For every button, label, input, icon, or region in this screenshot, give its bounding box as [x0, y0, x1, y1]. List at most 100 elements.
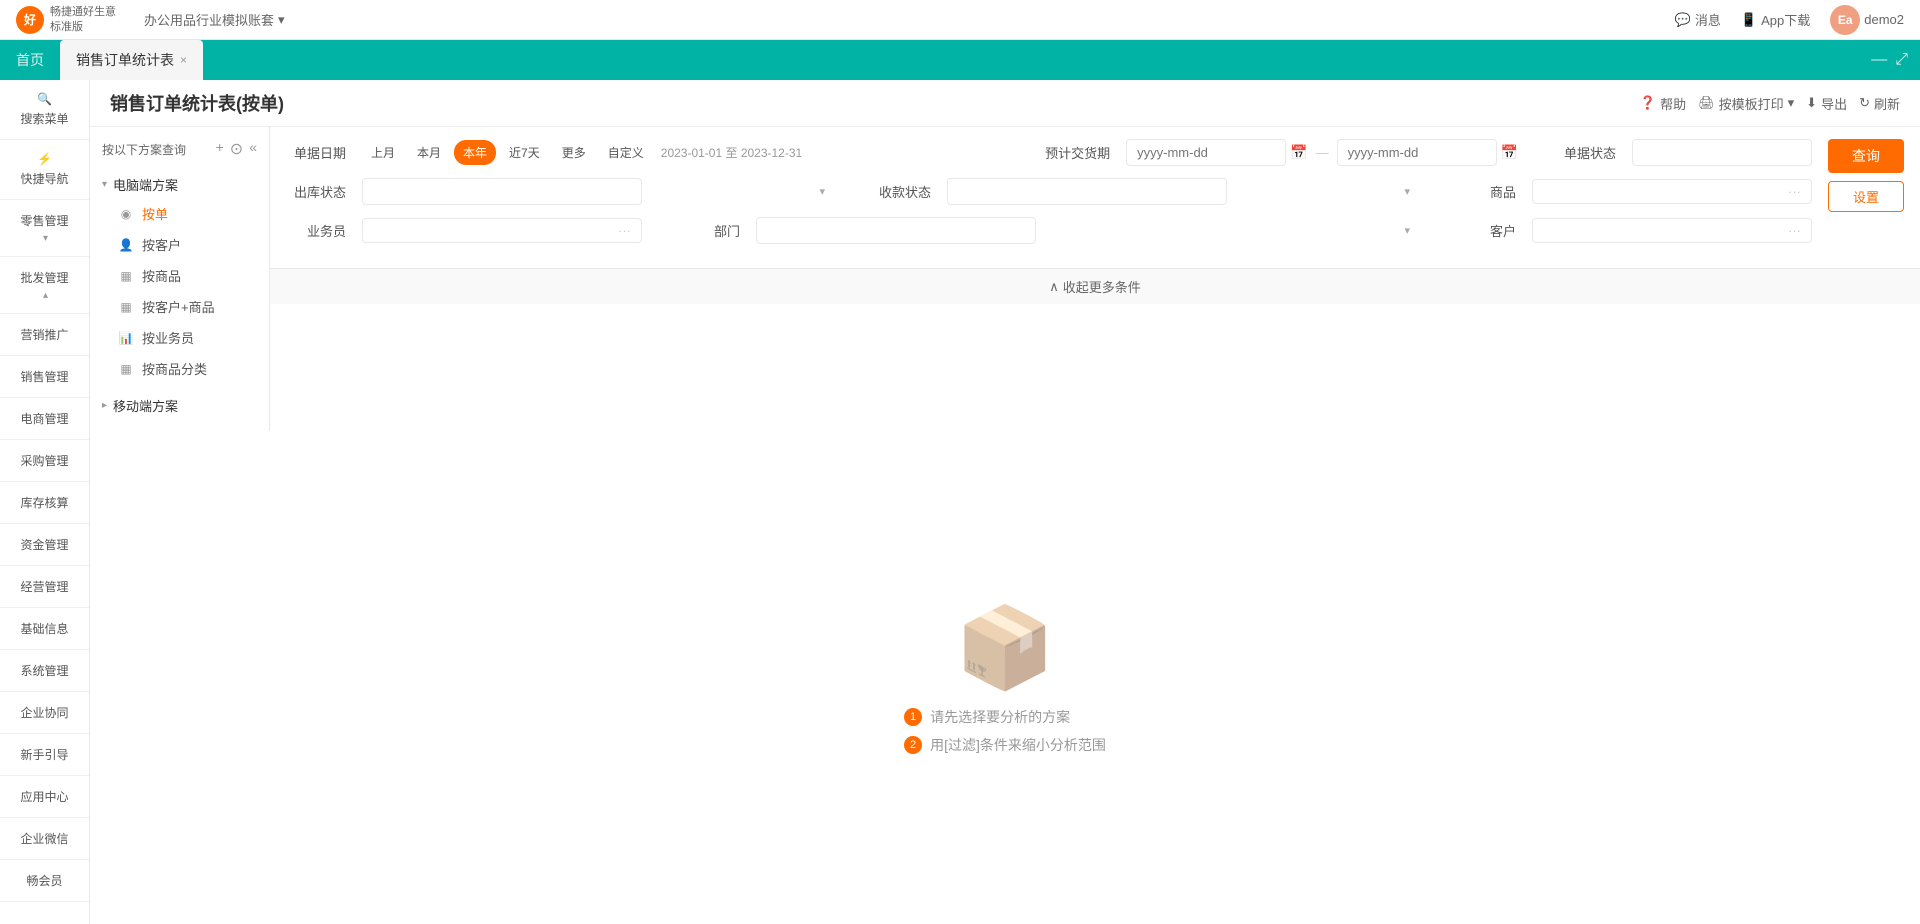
scheme-section-desktop-header[interactable]: ▾ 电脑端方案 [90, 171, 269, 198]
help-button[interactable]: ❓ 帮助 [1640, 94, 1686, 113]
scheme-item-by-order[interactable]: ◉ 按单 [90, 198, 269, 229]
bar-icon: 📊 [118, 330, 134, 346]
expand-arrow-icon: ▾ [102, 179, 107, 190]
nav-tab-controls: — ⤢ [1871, 51, 1920, 69]
sidebar-item-wechat[interactable]: 企业微信 [0, 818, 89, 860]
sidebar-item-retail[interactable]: 零售管理 ▾ [0, 200, 89, 257]
filter-row-date: 单据日期 上月 本月 本年 近7天 更多 自定义 2023-01-01 至 20… [286, 139, 1812, 166]
empty-tip-1: 1 请先选择要分析的方案 [904, 707, 1106, 727]
dept-select[interactable] [756, 217, 1036, 244]
sidebar-item-sales[interactable]: 销售管理 [0, 356, 89, 398]
scheme-item-by-staff[interactable]: 📊 按业务员 [90, 322, 269, 353]
app-selector[interactable]: 办公用品行业模拟账套 ▾ [144, 10, 285, 29]
filter-row-status: 出库状态 ▾ 收款状态 [286, 178, 1812, 205]
more-btn[interactable]: 更多 [553, 140, 595, 165]
calendar-icon[interactable]: 📅 [1290, 144, 1307, 161]
goods-field[interactable]: ··· [1532, 179, 1812, 204]
edit-scheme-icon[interactable]: ⊙ [230, 139, 243, 159]
scheme-section-mobile-header[interactable]: ▸ 移动端方案 [90, 392, 269, 419]
chevron-icon: ▾ [1404, 185, 1410, 198]
sidebar-item-ecommerce[interactable]: 电商管理 [0, 398, 89, 440]
out-status-select[interactable] [362, 178, 642, 205]
status-select-wrapper [1632, 139, 1812, 166]
sidebar-quick-nav[interactable]: ⚡ 快捷导航 [0, 140, 89, 200]
sidebar-item-purchase[interactable]: 采购管理 [0, 440, 89, 482]
logo-area: 好 畅捷通好生意 标准版 [16, 5, 116, 34]
logo-text: 畅捷通好生意 标准版 [50, 5, 116, 34]
chevron-icon: ▾ [43, 233, 48, 244]
top-bar: 好 畅捷通好生意 标准版 办公用品行业模拟账套 ▾ 💬 消息 📱 App下载 E… [0, 0, 1920, 40]
top-bar-right: 💬 消息 📱 App下载 Ea demo2 [1675, 5, 1904, 35]
this-year-btn[interactable]: 本年 [454, 140, 496, 165]
filter-row-staff: 业务员 ··· 部门 ▾ [286, 217, 1812, 244]
sidebar-item-marketing[interactable]: 营销推广 [0, 314, 89, 356]
sidebar-item-member[interactable]: 畅会员 [0, 860, 89, 902]
empty-state: 📦 1 请先选择要分析的方案 2 用[过滤]条件来缩小分析范围 [90, 431, 1920, 924]
collapse-bar[interactable]: ∧ 收起更多条件 [270, 268, 1920, 304]
custom-btn[interactable]: 自定义 [599, 140, 653, 165]
more-dots-icon[interactable]: ··· [618, 223, 631, 238]
template-print-button[interactable]: 🖨 按模板打印 ▾ [1698, 94, 1794, 113]
status-select[interactable] [1632, 139, 1812, 166]
user-avatar-area[interactable]: Ea demo2 [1830, 5, 1904, 35]
scheme-item-by-customer-goods[interactable]: ▦ 按客户+商品 [90, 291, 269, 322]
chevron-down-icon: ▾ [1788, 95, 1795, 111]
sidebar-item-appcenter[interactable]: 应用中心 [0, 776, 89, 818]
last-7days-btn[interactable]: 近7天 [500, 140, 549, 165]
tab-home[interactable]: 首页 [0, 40, 60, 80]
download-icon: 📱 [1741, 12, 1757, 28]
minimize-icon[interactable]: — [1871, 51, 1887, 69]
expected-date-start[interactable] [1126, 139, 1286, 166]
settings-button[interactable]: 设置 [1828, 181, 1904, 212]
chevron-icon: ▴ [43, 290, 48, 301]
this-month-btn[interactable]: 本月 [408, 140, 450, 165]
receive-status-wrapper: ▾ [947, 178, 1418, 205]
sidebar-item-basic[interactable]: 基础信息 [0, 608, 89, 650]
page-actions: ❓ 帮助 🖨 按模板打印 ▾ ⬇ 导出 ↻ 刷新 [1640, 94, 1900, 113]
refresh-icon: ↻ [1859, 95, 1870, 111]
sidebar: 🔍 搜索菜单 ⚡ 快捷导航 零售管理 ▾ 批发管理 ▴ 营销推广 销售管理 电商… [0, 80, 90, 924]
sidebar-item-wholesale[interactable]: 批发管理 ▴ [0, 257, 89, 314]
nav-icon: ⚡ [37, 152, 52, 166]
message-button[interactable]: 💬 消息 [1675, 10, 1721, 29]
avatar: Ea [1830, 5, 1860, 35]
sidebar-item-newbie[interactable]: 新手引导 [0, 734, 89, 776]
calendar-icon[interactable]: 📅 [1501, 144, 1518, 161]
sidebar-item-operations[interactable]: 经营管理 [0, 566, 89, 608]
collapse-icon: ∧ [1049, 279, 1059, 295]
scheme-panel: 按以下方案查询 + ⊙ « ▾ 电脑端方案 ◉ 按单 [90, 127, 270, 431]
filter-controls: 单据日期 上月 本月 本年 近7天 更多 自定义 2023-01-01 至 20… [270, 127, 1828, 268]
logo-icon: 好 [16, 6, 44, 34]
main-layout: 🔍 搜索菜单 ⚡ 快捷导航 零售管理 ▾ 批发管理 ▴ 营销推广 销售管理 电商… [0, 80, 1920, 924]
sidebar-item-inventory[interactable]: 库存核算 [0, 482, 89, 524]
date-range-text: 2023-01-01 至 2023-12-31 [661, 144, 802, 161]
customer-field[interactable]: ··· [1532, 218, 1812, 243]
tab-sales-order-stats[interactable]: 销售订单统计表 × [60, 40, 203, 80]
scheme-item-by-goods[interactable]: ▦ 按商品 [90, 260, 269, 291]
scheme-item-by-goods-cat[interactable]: ▦ 按商品分类 [90, 353, 269, 384]
more-dots-icon[interactable]: ··· [1788, 223, 1801, 238]
staff-field[interactable]: ··· [362, 218, 642, 243]
sidebar-item-enterprise[interactable]: 企业协同 [0, 692, 89, 734]
receive-status-select[interactable] [947, 178, 1227, 205]
sidebar-item-system[interactable]: 系统管理 [0, 650, 89, 692]
sidebar-item-finance[interactable]: 资金管理 [0, 524, 89, 566]
app-download-button[interactable]: 📱 App下载 [1741, 10, 1810, 29]
table-icon: ▦ [118, 299, 134, 315]
more-dots-icon[interactable]: ··· [1788, 184, 1801, 199]
collapse-scheme-icon[interactable]: « [249, 139, 257, 159]
refresh-button[interactable]: ↻ 刷新 [1859, 94, 1900, 113]
export-button[interactable]: ⬇ 导出 [1806, 94, 1847, 113]
date-buttons-group: 上月 本月 本年 近7天 更多 自定义 2023-01-01 至 2023-12… [362, 140, 1007, 165]
tip-num-2: 2 [904, 736, 922, 754]
expected-date-end[interactable] [1337, 139, 1497, 166]
last-month-btn[interactable]: 上月 [362, 140, 404, 165]
nav-tabs: 首页 销售订单统计表 × — ⤢ [0, 40, 1920, 80]
add-scheme-icon[interactable]: + [216, 139, 224, 159]
scheme-item-by-customer[interactable]: 👤 按客户 [90, 229, 269, 260]
sidebar-search-menu[interactable]: 🔍 搜索菜单 [0, 80, 89, 140]
chevron-icon: ▾ [1404, 224, 1410, 237]
tab-close-icon[interactable]: × [180, 53, 187, 67]
expand-icon[interactable]: ⤢ [1895, 51, 1908, 69]
query-button[interactable]: 查询 [1828, 139, 1904, 173]
